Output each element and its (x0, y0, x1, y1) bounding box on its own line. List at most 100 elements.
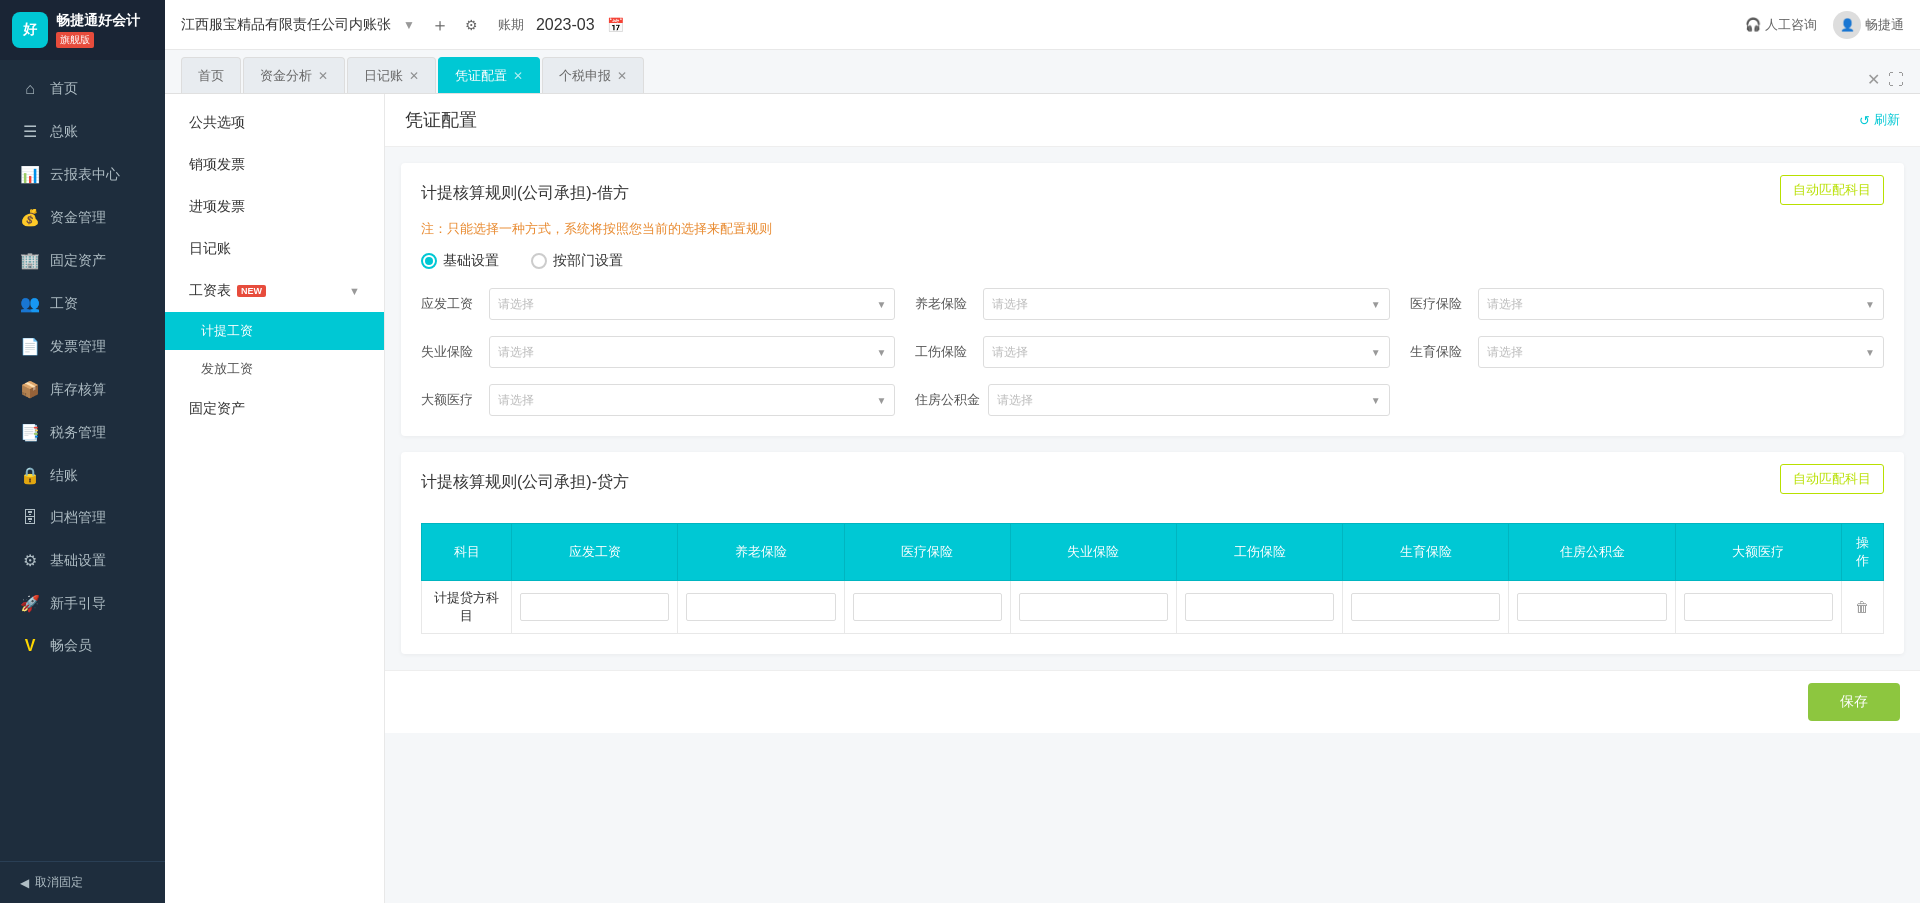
footer-bar: 保存 (385, 670, 1920, 733)
select-placeholder: 请选择 (498, 392, 534, 409)
tab-voucher[interactable]: 凭证配置 ✕ (438, 57, 540, 93)
tab-tax[interactable]: 个税申报 ✕ (542, 57, 644, 93)
cell-shiye[interactable] (1010, 581, 1176, 634)
page-title: 凭证配置 (405, 108, 477, 132)
menu-item-journal[interactable]: 日记账 (165, 228, 384, 270)
input-yanglao[interactable] (686, 593, 835, 621)
cell-yingfa[interactable] (512, 581, 678, 634)
close-window-button[interactable]: ✕ (1867, 70, 1880, 89)
menu-label: 进项发票 (189, 198, 245, 216)
yiliao-select[interactable]: 请选择 ▼ (1478, 288, 1884, 320)
tab-close-icon[interactable]: ✕ (513, 69, 523, 83)
expand-window-button[interactable]: ⛶ (1888, 71, 1904, 89)
input-yiliao[interactable] (853, 593, 1002, 621)
sidebar-item-tax[interactable]: 📑 税务管理 (0, 411, 165, 454)
sidebar-item-invoice[interactable]: 📄 发票管理 (0, 325, 165, 368)
sidebar-item-assets[interactable]: 🏢 固定资产 (0, 239, 165, 282)
headset-icon: 🎧 (1745, 17, 1761, 32)
save-button[interactable]: 保存 (1808, 683, 1900, 721)
input-shengyu[interactable] (1351, 593, 1500, 621)
select-placeholder: 请选择 (498, 296, 534, 313)
cell-gongshang[interactable] (1177, 581, 1343, 634)
cell-action[interactable]: 🗑 (1841, 581, 1883, 634)
delete-row-button[interactable]: 🗑 (1855, 599, 1869, 615)
tab-close-icon[interactable]: ✕ (617, 69, 627, 83)
cell-daeyiliao[interactable] (1675, 581, 1841, 634)
auto-match-credit-button[interactable]: 自动匹配科目 (1780, 464, 1884, 494)
debit-rules-section: 计提核算规则(公司承担)-借方 自动匹配科目 注：只能选择一种方式，系统将按照您… (401, 163, 1904, 436)
content-area: 公共选项 销项发票 进项发票 日记账 工资表 NEW ▼ 计提工资 (165, 94, 1920, 903)
cancel-fix-button[interactable]: ◀ 取消固定 (0, 861, 165, 903)
yanglao-select[interactable]: 请选择 ▼ (983, 288, 1389, 320)
sidebar-item-ledger[interactable]: ☰ 总账 (0, 110, 165, 153)
header-right: 🎧 人工咨询 👤 畅捷通 (1745, 11, 1904, 39)
radio-basic[interactable]: 基础设置 (421, 252, 499, 270)
ledger-icon: ☰ (20, 122, 40, 141)
sidebar-item-label: 资金管理 (50, 209, 106, 227)
page-header: 凭证配置 ↺ 刷新 (385, 94, 1920, 147)
menu-item-public[interactable]: 公共选项 (165, 102, 384, 144)
radio-dept[interactable]: 按部门设置 (531, 252, 623, 270)
add-tab-button[interactable]: ＋ (427, 13, 453, 37)
gongshang-select[interactable]: 请选择 ▼ (983, 336, 1389, 368)
auto-match-debit-button[interactable]: 自动匹配科目 (1780, 175, 1884, 205)
daeyiliao-select[interactable]: 请选择 ▼ (489, 384, 895, 416)
sidebar-item-inventory[interactable]: 📦 库存核算 (0, 368, 165, 411)
menu-item-payroll[interactable]: 工资表 NEW ▼ (165, 270, 384, 312)
yingfa-select[interactable]: 请选择 ▼ (489, 288, 895, 320)
tab-label: 日记账 (364, 67, 403, 85)
tab-home[interactable]: 首页 (181, 57, 241, 93)
refresh-button[interactable]: ↺ 刷新 (1859, 111, 1900, 129)
sidebar-item-settings[interactable]: ⚙ 基础设置 (0, 539, 165, 582)
menu-item-fixed-asset[interactable]: 固定资产 (165, 388, 384, 430)
sidebar-item-reports[interactable]: 📊 云报表中心 (0, 153, 165, 196)
sidebar-item-archive[interactable]: 🗄 归档管理 (0, 497, 165, 539)
consult-button[interactable]: 🎧 人工咨询 (1745, 16, 1817, 34)
settings-button[interactable]: ⚙ (465, 17, 478, 33)
sidebar-item-home[interactable]: ⌂ 首页 (0, 68, 165, 110)
input-gongjijin[interactable] (1517, 593, 1666, 621)
app-logo-icon: 好 (12, 12, 48, 48)
sidebar-item-label: 基础设置 (50, 552, 106, 570)
sidebar-item-capital[interactable]: 💰 资金管理 (0, 196, 165, 239)
menu-item-pay-salary[interactable]: 发放工资 (165, 350, 384, 388)
tab-close-icon[interactable]: ✕ (409, 69, 419, 83)
select-placeholder: 请选择 (1487, 344, 1523, 361)
period-label: 账期 (498, 16, 524, 34)
cell-yanglao[interactable] (678, 581, 844, 634)
radio-label: 基础设置 (443, 252, 499, 270)
input-gongshang[interactable] (1185, 593, 1334, 621)
menu-item-sales[interactable]: 销项发票 (165, 144, 384, 186)
left-arrow-icon: ◀ (20, 876, 29, 890)
tab-capital[interactable]: 资金分析 ✕ (243, 57, 345, 93)
cell-yiliao[interactable] (844, 581, 1010, 634)
menu-label: 公共选项 (189, 114, 245, 132)
tab-close-icon[interactable]: ✕ (318, 69, 328, 83)
cell-shengyu[interactable] (1343, 581, 1509, 634)
new-badge: NEW (237, 285, 266, 297)
col-gongshang: 工伤保险 (1177, 524, 1343, 581)
user-profile[interactable]: 👤 畅捷通 (1833, 11, 1904, 39)
gongjijin-select[interactable]: 请选择 ▼ (988, 384, 1389, 416)
calendar-icon[interactable]: 📅 (607, 17, 624, 33)
sidebar: 好 畅捷通好会计 旗舰版 ⌂ 首页 ☰ 总账 📊 云报表中心 💰 资金管理 🏢 … (0, 0, 165, 903)
company-dropdown-arrow[interactable]: ▼ (403, 18, 415, 32)
sidebar-item-salary[interactable]: 👥 工资 (0, 282, 165, 325)
sidebar-item-label: 总账 (50, 123, 78, 141)
field-label: 养老保险 (915, 295, 975, 313)
sidebar-item-guide[interactable]: 🚀 新手引导 (0, 582, 165, 625)
menu-item-calc-salary[interactable]: 计提工资 (165, 312, 384, 350)
shengyu-select[interactable]: 请选择 ▼ (1478, 336, 1884, 368)
sidebar-item-close[interactable]: 🔒 结账 (0, 454, 165, 497)
cell-gongjijin[interactable] (1509, 581, 1675, 634)
chevron-down-icon: ▼ (1371, 299, 1381, 310)
input-yingfa[interactable] (520, 593, 669, 621)
field-label: 住房公积金 (915, 391, 980, 409)
col-yanglao: 养老保险 (678, 524, 844, 581)
sidebar-item-vip[interactable]: V 畅会员 (0, 625, 165, 667)
menu-item-purchase[interactable]: 进项发票 (165, 186, 384, 228)
input-shiye[interactable] (1019, 593, 1168, 621)
input-daeyiliao[interactable] (1684, 593, 1833, 621)
shiye-select[interactable]: 请选择 ▼ (489, 336, 895, 368)
tab-journal[interactable]: 日记账 ✕ (347, 57, 436, 93)
